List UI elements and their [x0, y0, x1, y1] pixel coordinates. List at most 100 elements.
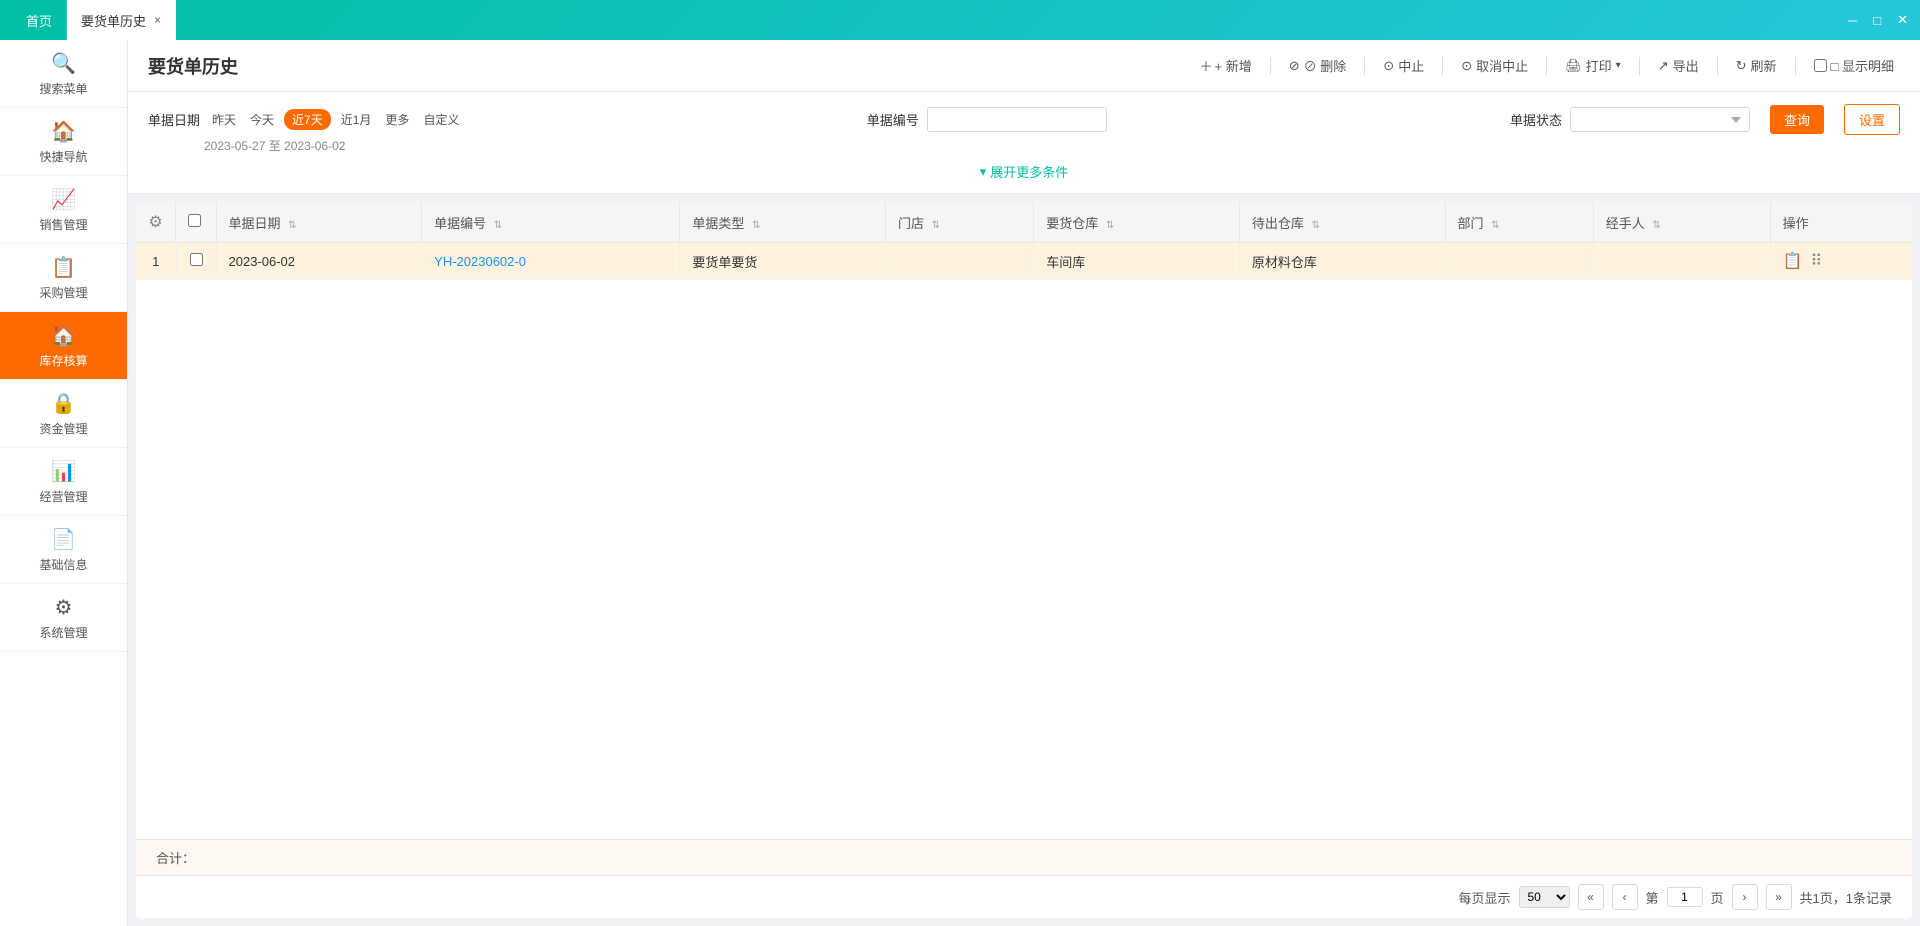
stop-button[interactable]: ⊙ 中止	[1377, 52, 1430, 79]
toolbar: ＋ + 新增 ⊘ ⊘ 删除 ⊙ 中止 ⊙ 取消中止	[1194, 52, 1900, 79]
th-type: 单据类型 ⇅	[680, 202, 886, 243]
doc-number-filter-group: 单据编号	[867, 107, 1107, 132]
sort-department-icon[interactable]: ⇅	[1491, 220, 1499, 231]
cell-date: 2023-06-02	[216, 243, 422, 280]
last-page-button[interactable]: »	[1766, 884, 1792, 910]
query-button[interactable]: 查询	[1770, 105, 1824, 134]
chevron-down-icon: ▾	[980, 164, 987, 180]
tab-close-icon[interactable]: ×	[154, 13, 161, 27]
window-controls: ─ □ ✕	[1848, 12, 1908, 28]
date-yesterday-btn[interactable]: 昨天	[208, 109, 240, 130]
sidebar: 🔍 搜索菜单 🏠 快捷导航 📈 销售管理 📋 采购管理 🏠 库存核算 🔒 资金管…	[0, 40, 128, 926]
first-page-button[interactable]: «	[1578, 884, 1604, 910]
new-button[interactable]: ＋ + 新增	[1194, 52, 1258, 79]
date-quick-buttons: 昨天 今天 近7天 近1月 更多 自定义	[208, 109, 463, 130]
last-page-icon: »	[1775, 890, 1782, 904]
chart-icon: 📈	[51, 190, 76, 210]
expand-more-button[interactable]: ▾ 展开更多条件	[148, 162, 1900, 181]
sidebar-item-purchase[interactable]: 📋 采购管理	[0, 244, 127, 312]
inventory-icon: 🏠	[51, 326, 76, 346]
page-label: 第	[1646, 888, 1659, 907]
doc-number-link[interactable]: YH-20230602-0	[434, 254, 526, 269]
sidebar-item-basic[interactable]: 📄 基础信息	[0, 516, 127, 584]
print-icon: 🖨	[1565, 58, 1582, 74]
date-7days-btn[interactable]: 近7天	[284, 109, 331, 130]
sidebar-item-search[interactable]: 🔍 搜索菜单	[0, 40, 127, 108]
sort-req-warehouse-icon[interactable]: ⇅	[1106, 220, 1114, 231]
filter-row-1: 单据日期 昨天 今天 近7天 近1月 更多 自定义 单据编号	[148, 104, 1900, 135]
window-minimize[interactable]: ─	[1848, 13, 1857, 28]
export-button[interactable]: ↗ 导出	[1652, 52, 1705, 79]
cell-store	[886, 243, 1034, 280]
table-row: 1 2023-06-02 YH-20230602-0	[136, 243, 1912, 280]
cancel-stop-icon: ⊙	[1461, 58, 1472, 74]
more-icon[interactable]: ⠿	[1811, 251, 1823, 271]
prev-page-button[interactable]: ‹	[1612, 884, 1638, 910]
date-today-btn[interactable]: 今天	[246, 109, 278, 130]
cell-req-warehouse: 车间库	[1034, 243, 1240, 280]
select-all-checkbox[interactable]	[188, 214, 201, 227]
sort-handler-icon[interactable]: ⇅	[1652, 220, 1660, 231]
row-checkbox[interactable]	[190, 253, 203, 266]
total-info: 共1页，1条记录	[1800, 888, 1892, 907]
th-req-warehouse: 要货仓库 ⇅	[1034, 202, 1240, 243]
cell-pending-warehouse: 原材料仓库	[1239, 243, 1445, 280]
window-maximize[interactable]: □	[1873, 13, 1881, 28]
date-more-btn[interactable]: 更多	[381, 109, 413, 130]
date-1month-btn[interactable]: 近1月	[337, 109, 376, 130]
table-settings-icon[interactable]: ⚙	[148, 212, 162, 232]
sidebar-item-operation[interactable]: 📊 经营管理	[0, 448, 127, 516]
cell-handler	[1593, 243, 1770, 280]
print-button[interactable]: 🖨 打印 ▾	[1559, 52, 1627, 79]
sidebar-item-system[interactable]: ⚙ 系统管理	[0, 584, 127, 652]
settings-button[interactable]: 设置	[1844, 104, 1900, 135]
cancel-stop-button[interactable]: ⊙ 取消中止	[1455, 52, 1534, 79]
next-page-button[interactable]: ›	[1732, 884, 1758, 910]
sort-type-icon[interactable]: ⇅	[752, 220, 760, 231]
per-page-select[interactable]: 50 20 100	[1519, 886, 1570, 908]
sidebar-item-finance[interactable]: 🔒 资金管理	[0, 380, 127, 448]
divider-6	[1717, 57, 1718, 75]
date-filter-label: 单据日期	[148, 110, 200, 129]
action-icons: 📋 ⠿	[1783, 251, 1900, 271]
date-custom-btn[interactable]: 自定义	[419, 109, 463, 130]
sidebar-item-shortcut[interactable]: 🏠 快捷导航	[0, 108, 127, 176]
gear-icon: ⚙	[55, 598, 73, 618]
refresh-button[interactable]: ↻ 刷新	[1730, 52, 1783, 79]
delete-icon: ⊘	[1289, 58, 1300, 74]
window-close[interactable]: ✕	[1897, 12, 1908, 28]
table-area: ⚙ 单据日期 ⇅ 单据编号 ⇅	[136, 202, 1912, 918]
sidebar-label-shortcut: 快捷导航	[39, 148, 87, 165]
sidebar-label-operation: 经营管理	[39, 488, 87, 505]
page-header: 要货单历史 ＋ + 新增 ⊘ ⊘ 删除 ⊙ 中止 ⊙	[128, 40, 1920, 92]
top-bar: 首页 要货单历史 × ─ □ ✕	[0, 0, 1920, 40]
divider-7	[1795, 57, 1796, 75]
sidebar-item-inventory[interactable]: 🏠 库存核算	[0, 312, 127, 380]
home-icon: 🏠	[51, 122, 76, 142]
display-detail-checkbox[interactable]	[1814, 59, 1827, 72]
th-action: 操作	[1770, 202, 1912, 243]
display-detail-button[interactable]: □ 显示明细	[1808, 52, 1900, 79]
sidebar-item-sales[interactable]: 📈 销售管理	[0, 176, 127, 244]
th-store: 门店 ⇅	[886, 202, 1034, 243]
page-number-input[interactable]	[1667, 887, 1703, 907]
sidebar-label-finance: 资金管理	[39, 420, 87, 437]
refresh-icon: ↻	[1736, 58, 1747, 74]
doc-status-select[interactable]	[1570, 107, 1750, 132]
edit-icon[interactable]: 📋	[1783, 251, 1803, 271]
next-page-icon: ›	[1743, 890, 1747, 904]
sort-pending-warehouse-icon[interactable]: ⇅	[1312, 220, 1320, 231]
cell-number: YH-20230602-0	[422, 243, 680, 280]
delete-button[interactable]: ⊘ ⊘ 删除	[1283, 52, 1353, 79]
sort-number-icon[interactable]: ⇅	[494, 220, 502, 231]
sidebar-label-system: 系统管理	[39, 624, 87, 641]
summary-label: 合计：	[156, 848, 195, 867]
tab-yaohuodan[interactable]: 要货单历史 ×	[67, 0, 176, 40]
page-label-2: 页	[1711, 888, 1724, 907]
sidebar-label-inventory: 库存核算	[39, 352, 87, 369]
doc-number-input[interactable]	[927, 107, 1107, 132]
th-department: 部门 ⇅	[1445, 202, 1593, 243]
tab-home[interactable]: 首页	[12, 0, 67, 40]
sort-store-icon[interactable]: ⇅	[932, 220, 940, 231]
sort-date-icon[interactable]: ⇅	[288, 220, 296, 231]
